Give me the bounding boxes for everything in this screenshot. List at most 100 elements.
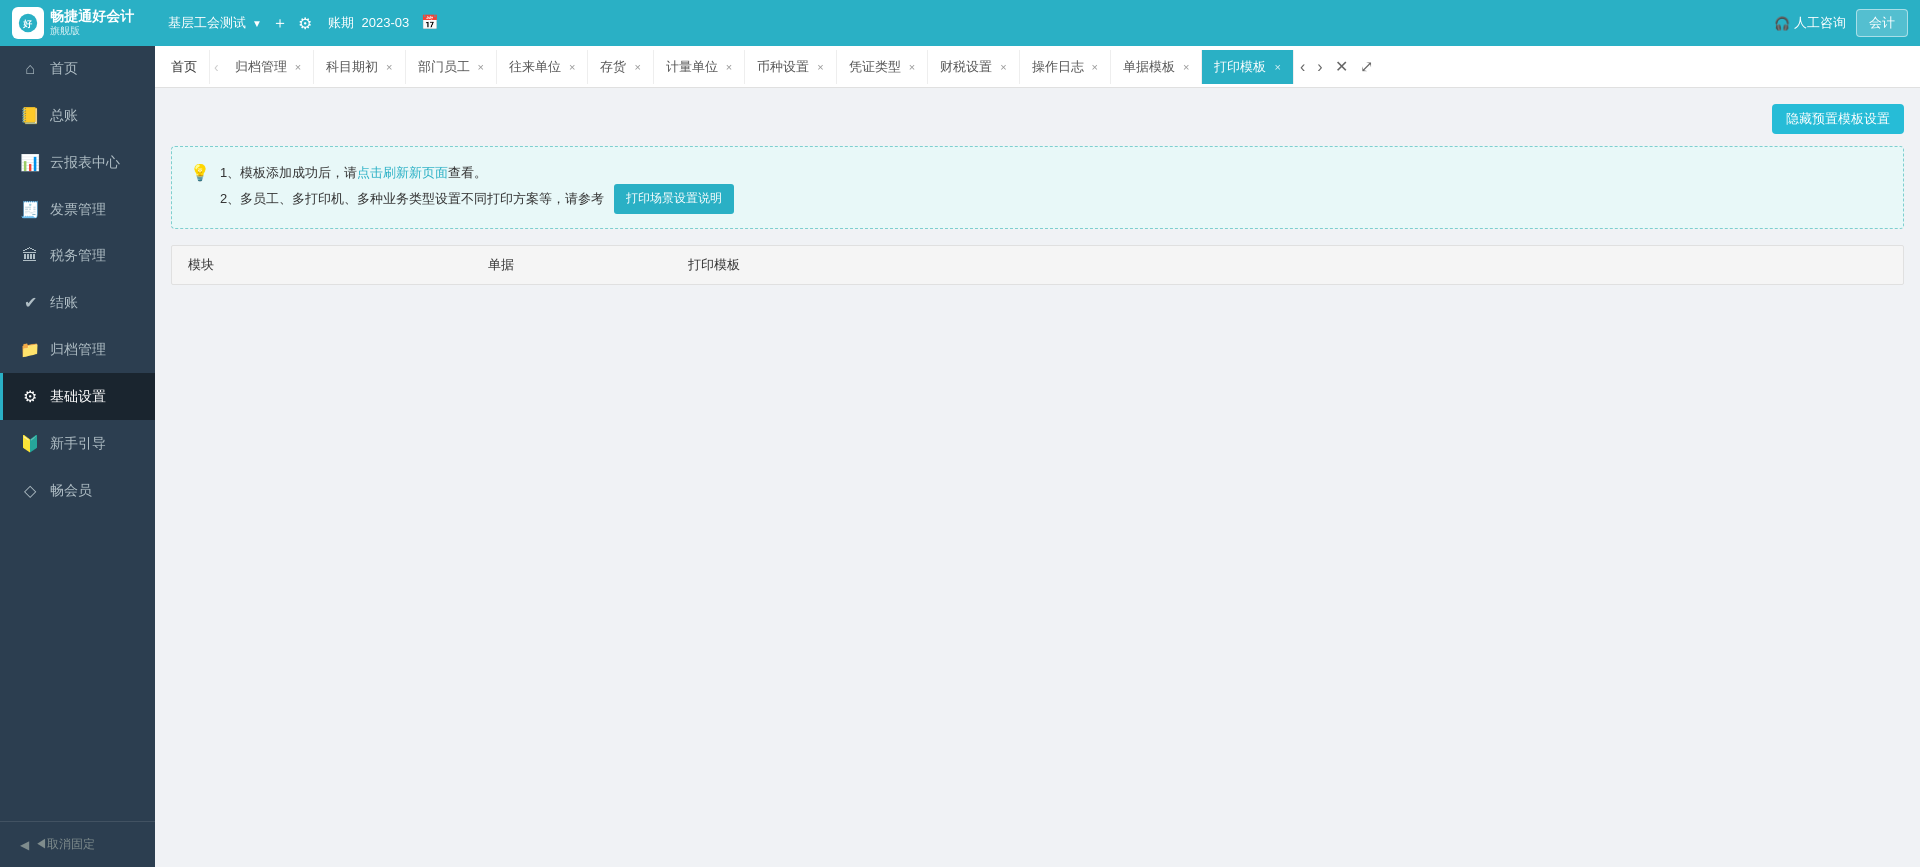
tab-measure[interactable]: 计量单位 ×: [654, 50, 745, 84]
logo-title: 畅捷通好会计: [50, 8, 134, 25]
sidebar-item-ledger[interactable]: 📒 总账: [0, 92, 155, 139]
info-line1: 1、模板添加成功后，请点击刷新新页面查看。: [220, 161, 734, 184]
col-header-template: 打印模板: [672, 246, 1903, 284]
sidebar-item-tax[interactable]: 🏛 税务管理: [0, 233, 155, 279]
tab-label-tax-settings: 财税设置: [940, 58, 992, 76]
logo-subtitle: 旗舰版: [50, 24, 134, 38]
tab-label-department: 部门员工: [418, 58, 470, 76]
sidebar-item-closing[interactable]: ✔ 结账: [0, 279, 155, 326]
sidebar-label-home: 首页: [50, 60, 78, 78]
tab-close-currency[interactable]: ×: [817, 61, 823, 73]
tab-close-print-template[interactable]: ×: [1274, 61, 1280, 73]
hide-template-area: 隐藏预置模板设置: [171, 104, 1904, 134]
tab-close-vendor[interactable]: ×: [569, 61, 575, 73]
tab-voucher-type[interactable]: 凭证类型 ×: [837, 50, 928, 84]
period-label: 账期: [328, 15, 354, 30]
logo-text-block: 畅捷通好会计 旗舰版: [50, 8, 134, 39]
settings-icon: ⚙: [20, 387, 40, 406]
sidebar-item-guide[interactable]: 🔰 新手引导: [0, 420, 155, 467]
sidebar-label-closing: 结账: [50, 294, 78, 312]
info-line1-suffix: 查看。: [448, 165, 487, 180]
sidebar-label-tax: 税务管理: [50, 247, 106, 265]
tab-close-archive-mgmt[interactable]: ×: [295, 61, 301, 73]
tab-label-archive-mgmt: 归档管理: [235, 58, 287, 76]
tab-bar: 首页 ‹ 归档管理 × 科目期初 × 部门员工 × 往来单位 × 存货 ×: [155, 46, 1920, 88]
tab-label-measure: 计量单位: [666, 58, 718, 76]
tab-op-log[interactable]: 操作日志 ×: [1020, 50, 1111, 84]
hide-template-btn[interactable]: 隐藏预置模板设置: [1772, 104, 1904, 134]
sidebar-unpin-btn[interactable]: ◀ ◀取消固定: [0, 821, 155, 867]
col-header-module: 模块: [172, 246, 472, 284]
info-line2-text: 2、多员工、多打印机、多种业务类型设置不同打印方案等，请参考: [220, 187, 604, 210]
tab-inventory[interactable]: 存货 ×: [588, 50, 653, 84]
page-content: 隐藏预置模板设置 💡 1、模板添加成功后，请点击刷新新页面查看。 2、多员工、多…: [155, 88, 1920, 867]
support-label: 人工咨询: [1794, 14, 1846, 32]
period-value: 2023-03: [362, 15, 410, 30]
tab-close-op-log[interactable]: ×: [1092, 61, 1098, 73]
info-text: 1、模板添加成功后，请点击刷新新页面查看。 2、多员工、多打印机、多种业务类型设…: [220, 161, 734, 214]
tab-currency[interactable]: 币种设置 ×: [745, 50, 836, 84]
add-tab-btn[interactable]: ＋: [272, 13, 288, 34]
tab-home-label: 首页: [171, 58, 197, 76]
tab-archive-mgmt[interactable]: 归档管理 ×: [223, 50, 314, 84]
company-dropdown-icon: ▼: [252, 18, 262, 29]
topbar-right: 🎧 人工咨询 会计: [1774, 9, 1908, 37]
tab-department[interactable]: 部门员工 ×: [406, 50, 497, 84]
settings-cog-icon[interactable]: ⚙: [298, 14, 312, 33]
tab-close-single-template[interactable]: ×: [1183, 61, 1189, 73]
account-button[interactable]: 会计: [1856, 9, 1908, 37]
content-area: 首页 ‹ 归档管理 × 科目期初 × 部门员工 × 往来单位 × 存货 ×: [155, 46, 1920, 867]
tab-label-single-template: 单据模板: [1123, 58, 1175, 76]
print-scene-btn[interactable]: 打印场景设置说明: [614, 184, 734, 214]
reports-icon: 📊: [20, 153, 40, 172]
sidebar-item-settings[interactable]: ⚙ 基础设置: [0, 373, 155, 420]
info-box: 💡 1、模板添加成功后，请点击刷新新页面查看。 2、多员工、多打印机、多种业务类…: [171, 146, 1904, 229]
unpin-label: ◀取消固定: [35, 836, 95, 853]
tab-label-voucher-type: 凭证类型: [849, 58, 901, 76]
table-header: 模块 单据 打印模板: [171, 245, 1904, 285]
calendar-icon[interactable]: 📅: [421, 14, 438, 30]
bulb-icon: 💡: [190, 163, 210, 182]
period-area: 账期 2023-03 📅: [328, 14, 438, 32]
tab-close-all-btn[interactable]: ✕: [1329, 53, 1354, 80]
sidebar: ⌂ 首页 📒 总账 📊 云报表中心 🧾 发票管理 🏛 税务管理 ✔ 结账 📁 归…: [0, 46, 155, 867]
refresh-link[interactable]: 点击刷新新页面: [357, 165, 448, 180]
tab-home[interactable]: 首页: [159, 50, 210, 84]
sidebar-item-reports[interactable]: 📊 云报表中心: [0, 139, 155, 186]
tab-label-currency: 币种设置: [757, 58, 809, 76]
headset-icon: 🎧: [1774, 16, 1790, 31]
company-selector[interactable]: 基层工会测试 ▼: [168, 14, 262, 32]
guide-icon: 🔰: [20, 434, 40, 453]
tab-vendor[interactable]: 往来单位 ×: [497, 50, 588, 84]
support-button[interactable]: 🎧 人工咨询: [1774, 14, 1846, 32]
tab-close-measure[interactable]: ×: [726, 61, 732, 73]
sidebar-item-member[interactable]: ◇ 畅会员: [0, 467, 155, 514]
sidebar-item-invoice[interactable]: 🧾 发票管理: [0, 186, 155, 233]
tab-nav-prev[interactable]: ‹: [1294, 54, 1311, 80]
tab-tax-settings[interactable]: 财税设置 ×: [928, 50, 1019, 84]
tab-nav-next[interactable]: ›: [1311, 54, 1328, 80]
tab-close-tax-settings[interactable]: ×: [1000, 61, 1006, 73]
sidebar-label-invoice: 发票管理: [50, 201, 106, 219]
sidebar-label-ledger: 总账: [50, 107, 78, 125]
closing-icon: ✔: [20, 293, 40, 312]
main-layout: ⌂ 首页 📒 总账 📊 云报表中心 🧾 发票管理 🏛 税务管理 ✔ 结账 📁 归…: [0, 46, 1920, 867]
tax-icon: 🏛: [20, 247, 40, 265]
tab-print-template[interactable]: 打印模板 ×: [1202, 50, 1293, 84]
tab-single-template[interactable]: 单据模板 ×: [1111, 50, 1202, 84]
logo-icon: 好: [12, 7, 44, 39]
sidebar-label-guide: 新手引导: [50, 435, 106, 453]
tab-close-subject-init[interactable]: ×: [386, 61, 392, 73]
ledger-icon: 📒: [20, 106, 40, 125]
topbar-actions: ＋ ⚙: [272, 13, 312, 34]
tab-label-inventory: 存货: [600, 58, 626, 76]
tab-label-print-template: 打印模板: [1214, 58, 1266, 76]
sidebar-item-archive[interactable]: 📁 归档管理: [0, 326, 155, 373]
sidebar-label-archive: 归档管理: [50, 341, 106, 359]
sidebar-item-home[interactable]: ⌂ 首页: [0, 46, 155, 92]
tab-subject-init[interactable]: 科目期初 ×: [314, 50, 405, 84]
tab-close-inventory[interactable]: ×: [634, 61, 640, 73]
tab-close-voucher-type[interactable]: ×: [909, 61, 915, 73]
tab-close-department[interactable]: ×: [478, 61, 484, 73]
tab-expand-btn[interactable]: ⤢: [1354, 53, 1379, 80]
